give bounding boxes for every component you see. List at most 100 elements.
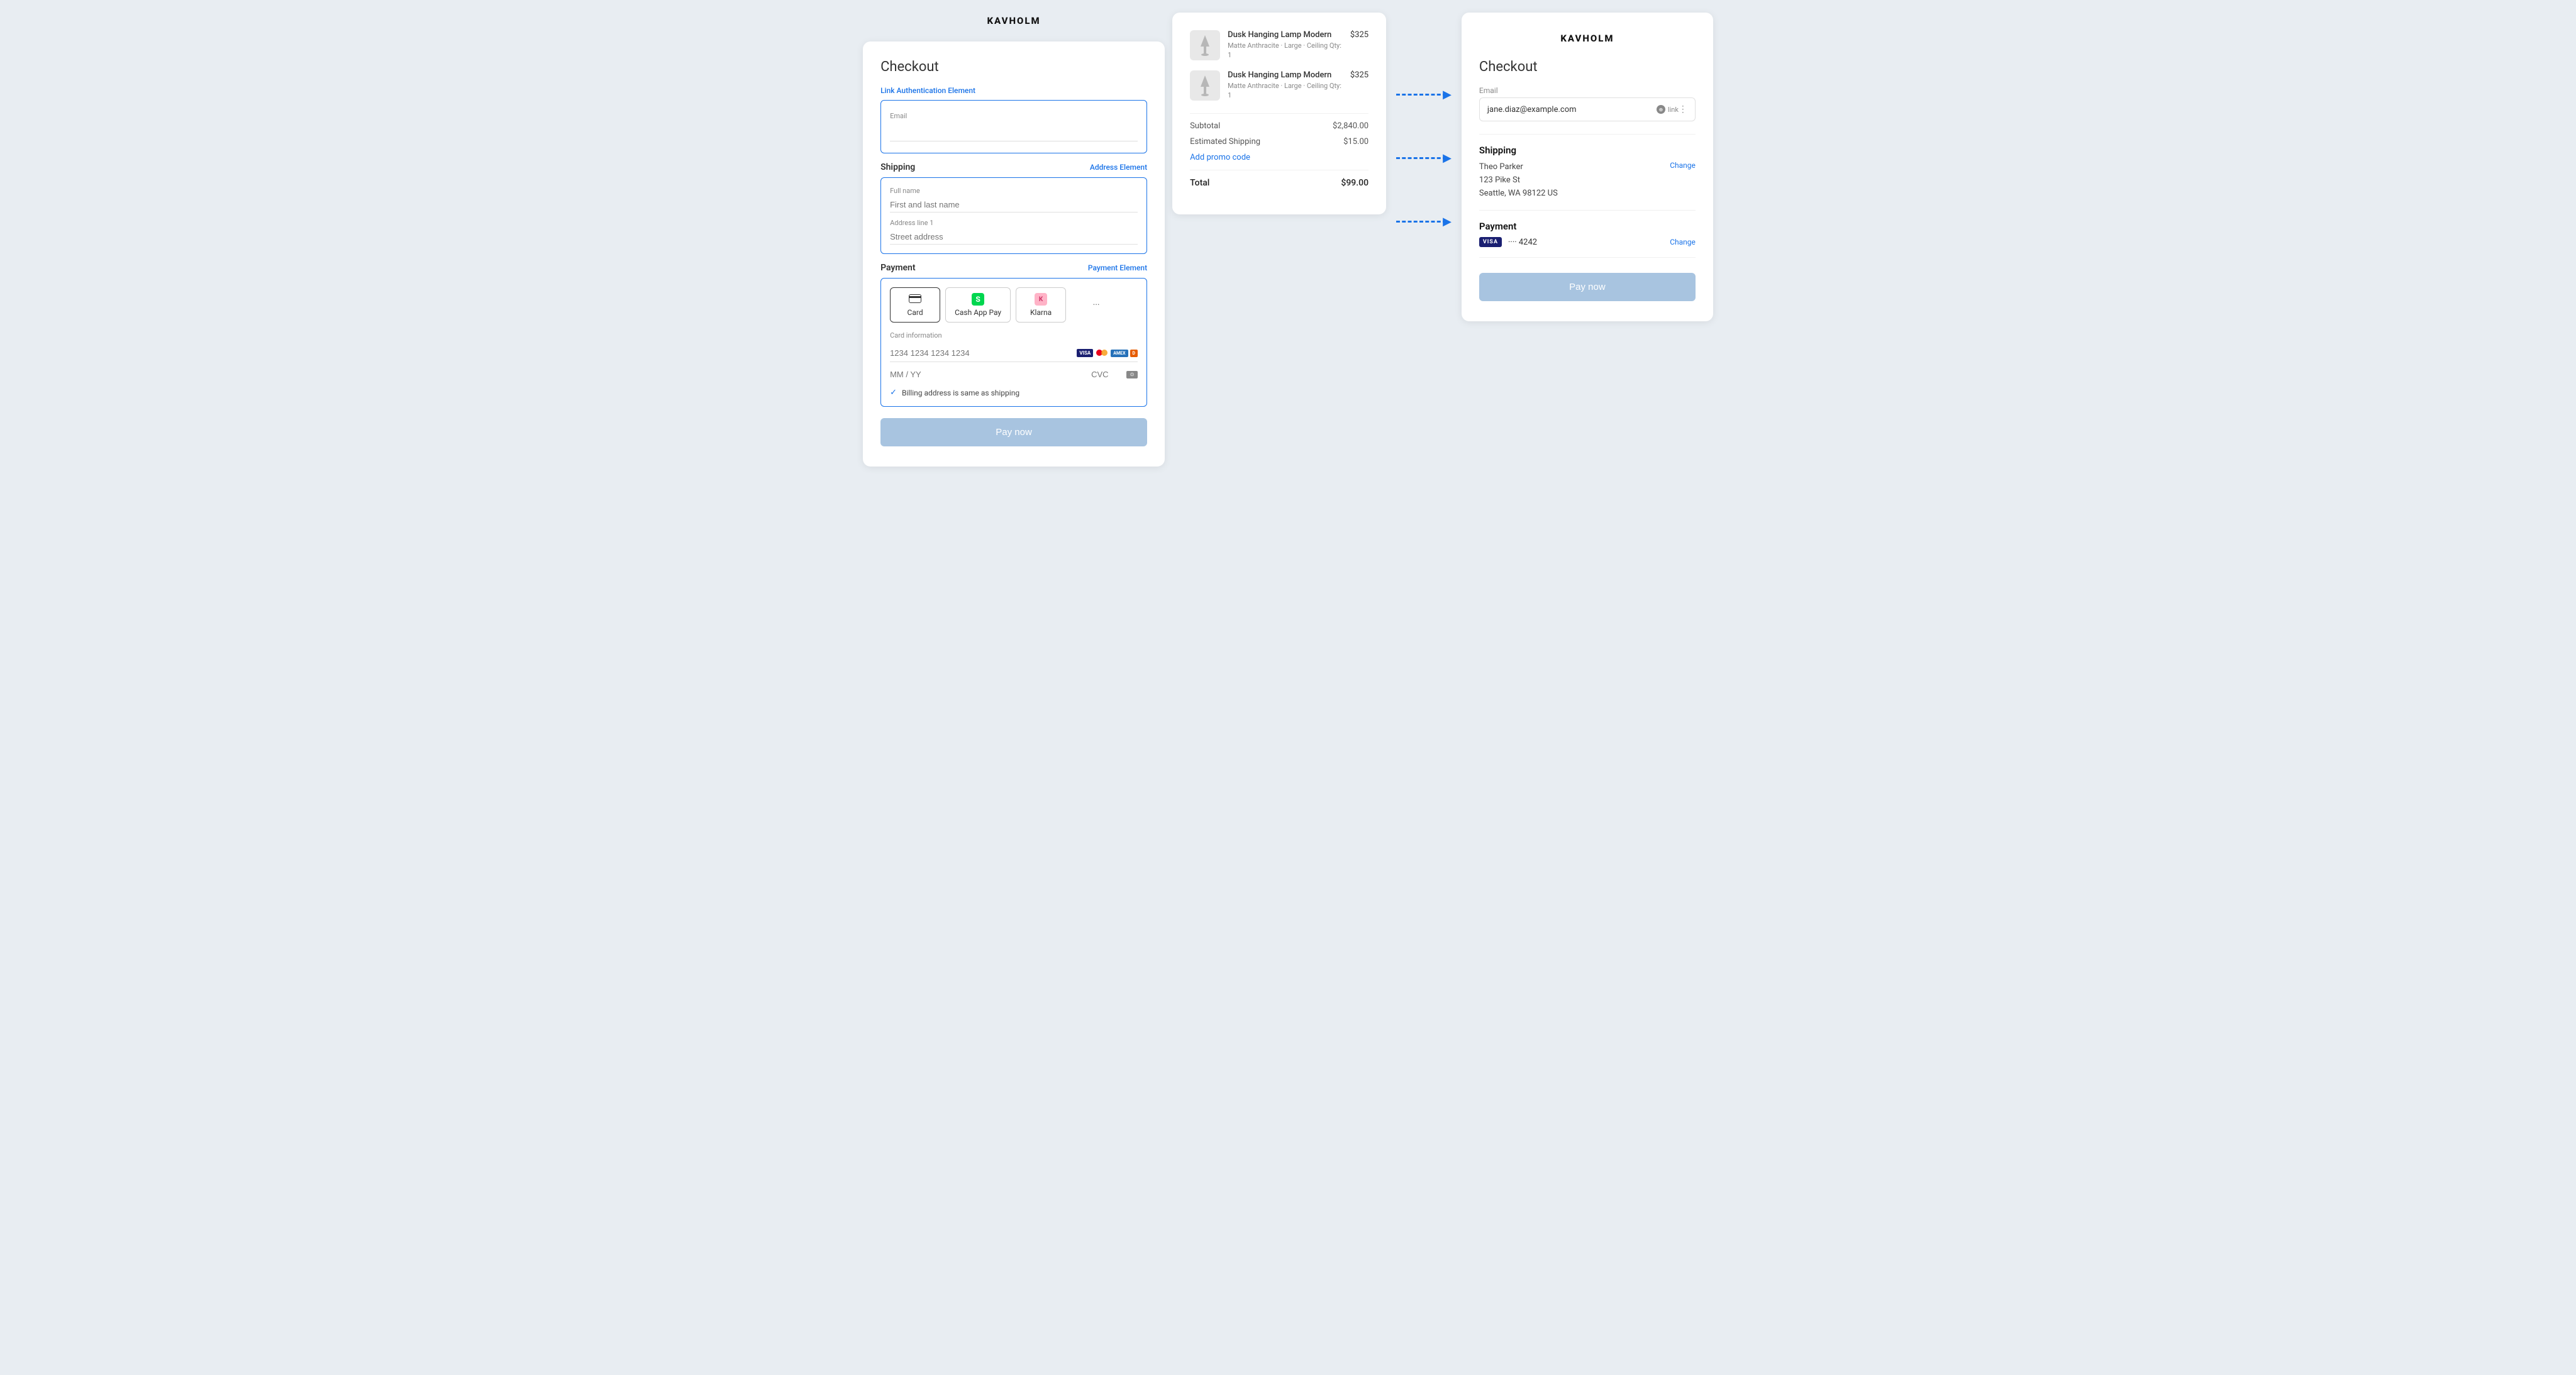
shipping-info-row: Theo Parker 123 Pike St Seattle, WA 9812… bbox=[1479, 161, 1696, 200]
email-completed-label: Email bbox=[1479, 86, 1696, 95]
pay-now-button-right[interactable]: Pay now bbox=[1479, 273, 1696, 301]
address-input[interactable] bbox=[890, 229, 1138, 245]
item-2-meta: Matte Anthracite · Large · Ceiling Qty: … bbox=[1228, 81, 1343, 101]
link-auth-section-header: Link Authentication Element bbox=[880, 86, 1147, 95]
card-number-input[interactable] bbox=[890, 348, 1077, 358]
subtotal-value: $2,840.00 bbox=[1333, 121, 1368, 131]
klarna-icon: K bbox=[1035, 293, 1047, 306]
checkout-title-left: Checkout bbox=[880, 59, 1147, 75]
shipping-est-label: Estimated Shipping bbox=[1190, 137, 1260, 146]
amex-icon: AMEX bbox=[1111, 350, 1128, 357]
item-1-price: $325 bbox=[1350, 30, 1368, 40]
cvc-input[interactable] bbox=[1091, 370, 1123, 379]
item-1-meta: Matte Anthracite · Large · Ceiling Qty: … bbox=[1228, 41, 1343, 60]
card-number-row: VISA AMEX D bbox=[890, 345, 1138, 362]
shipping-address: 123 Pike St bbox=[1479, 174, 1558, 187]
promo-label[interactable]: Add promo code bbox=[1190, 153, 1250, 162]
section-divider-1 bbox=[1479, 134, 1696, 135]
card-last4-display: ···· 4242 bbox=[1508, 238, 1537, 247]
arrow-3: ▶ bbox=[1396, 215, 1452, 228]
email-input-box: Email bbox=[880, 100, 1147, 153]
card-tab-label: Card bbox=[908, 308, 923, 317]
visa-icon: VISA bbox=[1077, 349, 1093, 357]
order-item-1: Dusk Hanging Lamp Modern Matte Anthracit… bbox=[1190, 30, 1368, 60]
payment-info-row: VISA ···· 4242 Change bbox=[1479, 237, 1696, 247]
payment-tabs: Card S Cash App Pay K Klarna · bbox=[890, 287, 1138, 323]
item-2-price: $325 bbox=[1350, 70, 1368, 80]
billing-checkbox-label: Billing address is same as shipping bbox=[902, 389, 1019, 397]
dashed-line-3 bbox=[1396, 221, 1446, 223]
card-tab[interactable]: Card bbox=[890, 287, 940, 323]
order-item-2: Dusk Hanging Lamp Modern Matte Anthracit… bbox=[1190, 70, 1368, 101]
shipping-change-link[interactable]: Change bbox=[1670, 161, 1696, 170]
shipping-label: Shipping bbox=[880, 162, 915, 172]
email-menu-dots[interactable]: ⋮ bbox=[1679, 104, 1687, 114]
order-items-list: Dusk Hanging Lamp Modern Matte Anthracit… bbox=[1190, 30, 1368, 101]
total-label: Total bbox=[1190, 178, 1209, 188]
payment-section: Payment Payment Element bbox=[880, 263, 1147, 407]
address-element-label: Address Element bbox=[1090, 163, 1147, 172]
visa-logo: VISA bbox=[1479, 237, 1502, 247]
link-dot-icon: ⊕ bbox=[1657, 105, 1665, 114]
shipping-name: Theo Parker bbox=[1479, 161, 1558, 174]
payment-section-header: Payment Payment Element bbox=[880, 263, 1147, 273]
shipping-input-group: Full name Address line 1 bbox=[880, 177, 1147, 254]
payment-completed-section: Payment VISA ···· 4242 Change bbox=[1479, 221, 1696, 247]
dashed-line-2 bbox=[1396, 157, 1446, 159]
shipping-completed-header: Shipping bbox=[1479, 145, 1696, 156]
address-label: Address line 1 bbox=[890, 219, 1138, 227]
expiry-input[interactable] bbox=[890, 370, 1091, 379]
more-tab[interactable]: ··· bbox=[1071, 287, 1121, 323]
cash-app-tab-label: Cash App Pay bbox=[955, 308, 1001, 317]
item-2-thumbnail bbox=[1190, 70, 1220, 101]
payment-completed-header: Payment bbox=[1479, 221, 1696, 232]
full-name-row: Full name bbox=[890, 187, 1138, 213]
email-completed-section: Email jane.diaz@example.com ⊕ link ⋮ bbox=[1479, 86, 1696, 121]
payment-box: Card S Cash App Pay K Klarna · bbox=[880, 278, 1147, 407]
email-display-row: jane.diaz@example.com ⊕ link ⋮ bbox=[1479, 97, 1696, 121]
total-value: $99.00 bbox=[1341, 178, 1368, 188]
link-badge: ⊕ link bbox=[1657, 105, 1679, 114]
arrow-head-1: ▶ bbox=[1443, 88, 1452, 101]
item-1-name: Dusk Hanging Lamp Modern bbox=[1228, 30, 1343, 40]
shipping-city: Seattle, WA 98122 US bbox=[1479, 187, 1558, 201]
billing-check-icon: ✓ bbox=[890, 388, 897, 397]
cash-app-tab[interactable]: S Cash App Pay bbox=[945, 287, 1011, 323]
checkout-form-card: Checkout Link Authentication Element Ema… bbox=[863, 41, 1165, 467]
email-input[interactable] bbox=[890, 124, 1138, 141]
pay-now-button-left[interactable]: Pay now bbox=[880, 418, 1147, 446]
mastercard-icon bbox=[1096, 350, 1108, 357]
section-divider-2 bbox=[1479, 210, 1696, 211]
card-brand-icons: VISA AMEX D bbox=[1077, 349, 1138, 357]
arrow-head-3: ▶ bbox=[1443, 215, 1452, 228]
klarna-tab[interactable]: K Klarna bbox=[1016, 287, 1066, 323]
item-1-details: Dusk Hanging Lamp Modern Matte Anthracit… bbox=[1228, 30, 1343, 60]
visa-info: VISA ···· 4242 bbox=[1479, 237, 1537, 247]
cvc-wrapper: ⊙ bbox=[1091, 370, 1138, 379]
right-checkout-card: KAVHOLM Checkout Email jane.diaz@example… bbox=[1462, 13, 1713, 321]
section-divider-3 bbox=[1479, 257, 1696, 258]
item-2-name: Dusk Hanging Lamp Modern bbox=[1228, 70, 1343, 80]
more-icon: ··· bbox=[1089, 297, 1104, 312]
cash-app-icon: S bbox=[972, 293, 984, 306]
subtotal-label: Subtotal bbox=[1190, 121, 1220, 131]
address-row: Address line 1 bbox=[890, 219, 1138, 245]
shipping-section-header: Shipping Address Element bbox=[880, 162, 1147, 172]
payment-change-link[interactable]: Change bbox=[1670, 238, 1696, 246]
total-line: Total $99.00 bbox=[1190, 178, 1368, 188]
shipping-line: Estimated Shipping $15.00 bbox=[1190, 137, 1368, 146]
promo-line[interactable]: Add promo code bbox=[1190, 153, 1368, 162]
card-last4: 4242 bbox=[1519, 238, 1537, 247]
brand-logo-right: KAVHOLM bbox=[1479, 30, 1696, 44]
item-2-details: Dusk Hanging Lamp Modern Matte Anthracit… bbox=[1228, 70, 1343, 101]
shipping-completed-section: Shipping Theo Parker 123 Pike St Seattle… bbox=[1479, 145, 1696, 200]
email-field-label: Email bbox=[890, 112, 1138, 120]
card-tab-icon bbox=[909, 294, 921, 306]
card-info-label: Card information bbox=[890, 331, 1138, 340]
arrow-2: ▶ bbox=[1396, 152, 1452, 165]
card-dots: ···· bbox=[1508, 238, 1517, 247]
cvc-icon: ⊙ bbox=[1126, 371, 1138, 378]
card-expiry-row: ⊙ bbox=[890, 366, 1138, 383]
full-name-input[interactable] bbox=[890, 197, 1138, 213]
arrow-head-2: ▶ bbox=[1443, 152, 1452, 165]
